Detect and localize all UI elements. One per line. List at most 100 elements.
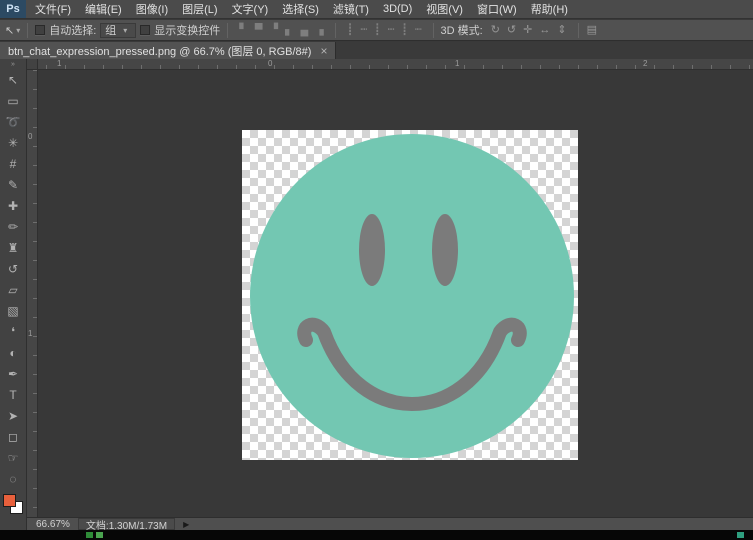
align-icon-group: ▘ ▀ ▝ ▖ ▄ ▗: [235, 25, 327, 36]
auto-select-checkbox[interactable]: [35, 25, 45, 35]
divider: [433, 23, 434, 38]
menu-edit[interactable]: 编辑(E): [78, 0, 129, 18]
distribute-icon[interactable]: ┉: [359, 25, 368, 36]
zoom-tool[interactable]: ◌: [0, 468, 27, 489]
menu-view[interactable]: 视图(V): [419, 0, 470, 18]
distribute-icon[interactable]: ┉: [387, 25, 396, 36]
ruler-mark: 1: [28, 330, 32, 338]
document-tab[interactable]: btn_chat_expression_pressed.png @ 66.7% …: [0, 42, 336, 59]
dodge-tool[interactable]: ◐: [0, 342, 27, 363]
divider: [578, 23, 579, 38]
tool-options-bar: ↖ ▾ 自动选择: 组 ▾ 显示变换控件 ▘ ▀ ▝ ▖ ▄ ▗ ┋ ┉ ┋ ┉…: [0, 20, 753, 41]
3d-rotate-icon[interactable]: ↻: [490, 25, 501, 36]
horizontal-ruler[interactable]: 1 0 1 2: [27, 59, 753, 70]
foreground-color-swatch[interactable]: [3, 494, 16, 507]
close-icon[interactable]: ×: [320, 45, 327, 57]
rectangular-marquee-tool[interactable]: ▭: [0, 90, 27, 111]
ruler-mark: 1: [455, 59, 459, 69]
brush-tool[interactable]: ✏: [0, 216, 27, 237]
menu-window[interactable]: 窗口(W): [470, 0, 524, 18]
status-options-arrow-icon[interactable]: ▶: [183, 520, 189, 529]
type-tool[interactable]: T: [0, 384, 27, 405]
crop-tool[interactable]: #: [0, 153, 27, 174]
tools-panel: » ↖ ▭ ➰ ✳ # ✎ ✚ ✏ ♜ ↺ ▱ ▧ ❛ ◐ ✒ T ➤ ◻ ☞ …: [0, 59, 27, 530]
chevron-down-icon: ▾: [16, 26, 20, 35]
eyedropper-tool[interactable]: ✎: [0, 174, 27, 195]
menu-filter[interactable]: 滤镜(T): [326, 0, 376, 18]
3d-roll-icon[interactable]: ↺: [506, 25, 517, 36]
menu-select[interactable]: 选择(S): [275, 0, 326, 18]
ruler-mark: 0: [268, 59, 272, 69]
3d-slide-icon[interactable]: ↔: [538, 25, 551, 36]
3d-mode-icon-group: ↻ ↺ ✛ ↔ ⇕: [487, 25, 571, 36]
document-tab-title: btn_chat_expression_pressed.png @ 66.7% …: [8, 43, 311, 59]
toolbar-collapse-button[interactable]: »: [11, 59, 15, 69]
gradient-tool[interactable]: ▧: [0, 300, 27, 321]
distribute-icon[interactable]: ┋: [400, 25, 409, 36]
document-size-field: 文档:1.30M/1.73M: [78, 518, 175, 530]
taskbar-icon: [737, 532, 744, 538]
align-icon[interactable]: ▄: [300, 25, 310, 36]
smiley-left-eye: [359, 214, 385, 286]
clone-stamp-tool[interactable]: ♜: [0, 237, 27, 258]
show-transform-controls-label: 显示变换控件: [154, 22, 220, 38]
menu-type[interactable]: 文字(Y): [225, 0, 276, 18]
auto-select-label: 自动选择:: [49, 22, 96, 38]
menu-help[interactable]: 帮助(H): [524, 0, 575, 18]
hand-tool[interactable]: ☞: [0, 447, 27, 468]
spot-healing-brush-tool[interactable]: ✚: [0, 195, 27, 216]
photoshop-logo: Ps: [0, 0, 26, 18]
align-icon[interactable]: ▝: [269, 25, 279, 36]
document-canvas[interactable]: [242, 130, 578, 460]
distribute-icon[interactable]: ┉: [414, 25, 423, 36]
ruler-mark: 1: [57, 59, 61, 69]
3d-drag-icon[interactable]: ✛: [522, 25, 533, 36]
auto-select-target-value: 组: [105, 22, 116, 38]
color-swatches[interactable]: [3, 494, 23, 514]
menu-layer[interactable]: 图层(L): [175, 0, 224, 18]
move-tool[interactable]: ↖: [0, 69, 27, 90]
taskbar-strip: [0, 530, 753, 540]
chevron-down-icon: ▾: [123, 26, 127, 35]
divider: [227, 23, 228, 38]
smiley-right-eye: [432, 214, 458, 286]
align-icon[interactable]: ▘: [238, 25, 248, 36]
menu-image[interactable]: 图像(I): [129, 0, 175, 18]
ruler-corner: [27, 59, 38, 70]
taskbar-icon: [96, 532, 103, 538]
rectangle-tool[interactable]: ◻: [0, 426, 27, 447]
3d-scale-icon[interactable]: ⇕: [556, 25, 567, 36]
divider: [27, 23, 28, 38]
move-tool-icon: ↖: [5, 24, 14, 37]
distribute-icon-group: ┋ ┉ ┋ ┉ ┋ ┉: [343, 25, 426, 36]
workspace-icon[interactable]: ▤: [586, 25, 598, 36]
align-icon[interactable]: ▖: [284, 25, 294, 36]
path-selection-tool[interactable]: ➤: [0, 405, 27, 426]
show-transform-controls-checkbox[interactable]: [140, 25, 150, 35]
smiley-image: [242, 130, 578, 460]
photoshop-window: Ps 文件(F) 编辑(E) 图像(I) 图层(L) 文字(Y) 选择(S) 滤…: [0, 0, 753, 540]
pen-tool[interactable]: ✒: [0, 363, 27, 384]
blur-tool[interactable]: ❛: [0, 321, 27, 342]
auto-select-target-dropdown[interactable]: 组 ▾: [100, 23, 136, 38]
tool-preset-picker[interactable]: ↖ ▾: [5, 24, 20, 37]
quick-selection-tool[interactable]: ✳: [0, 132, 27, 153]
menu-file[interactable]: 文件(F): [28, 0, 78, 18]
menu-bar: Ps 文件(F) 编辑(E) 图像(I) 图层(L) 文字(Y) 选择(S) 滤…: [0, 0, 753, 19]
distribute-icon[interactable]: ┋: [346, 25, 355, 36]
eraser-tool[interactable]: ▱: [0, 279, 27, 300]
taskbar-icon: [86, 532, 93, 538]
ruler-mark: 2: [643, 59, 647, 69]
ruler-mark: 0: [28, 133, 32, 141]
distribute-icon[interactable]: ┋: [373, 25, 382, 36]
3d-mode-label: 3D 模式:: [441, 22, 483, 38]
vertical-ruler[interactable]: 0 1: [27, 70, 38, 517]
zoom-level-field[interactable]: 66.67%: [36, 519, 70, 530]
menu-3d[interactable]: 3D(D): [376, 0, 419, 18]
align-icon[interactable]: ▗: [314, 25, 324, 36]
lasso-tool[interactable]: ➰: [0, 111, 27, 132]
divider: [335, 23, 336, 38]
status-bar: 66.67% 文档:1.30M/1.73M ▶: [27, 517, 753, 530]
history-brush-tool[interactable]: ↺: [0, 258, 27, 279]
align-icon[interactable]: ▀: [254, 25, 264, 36]
